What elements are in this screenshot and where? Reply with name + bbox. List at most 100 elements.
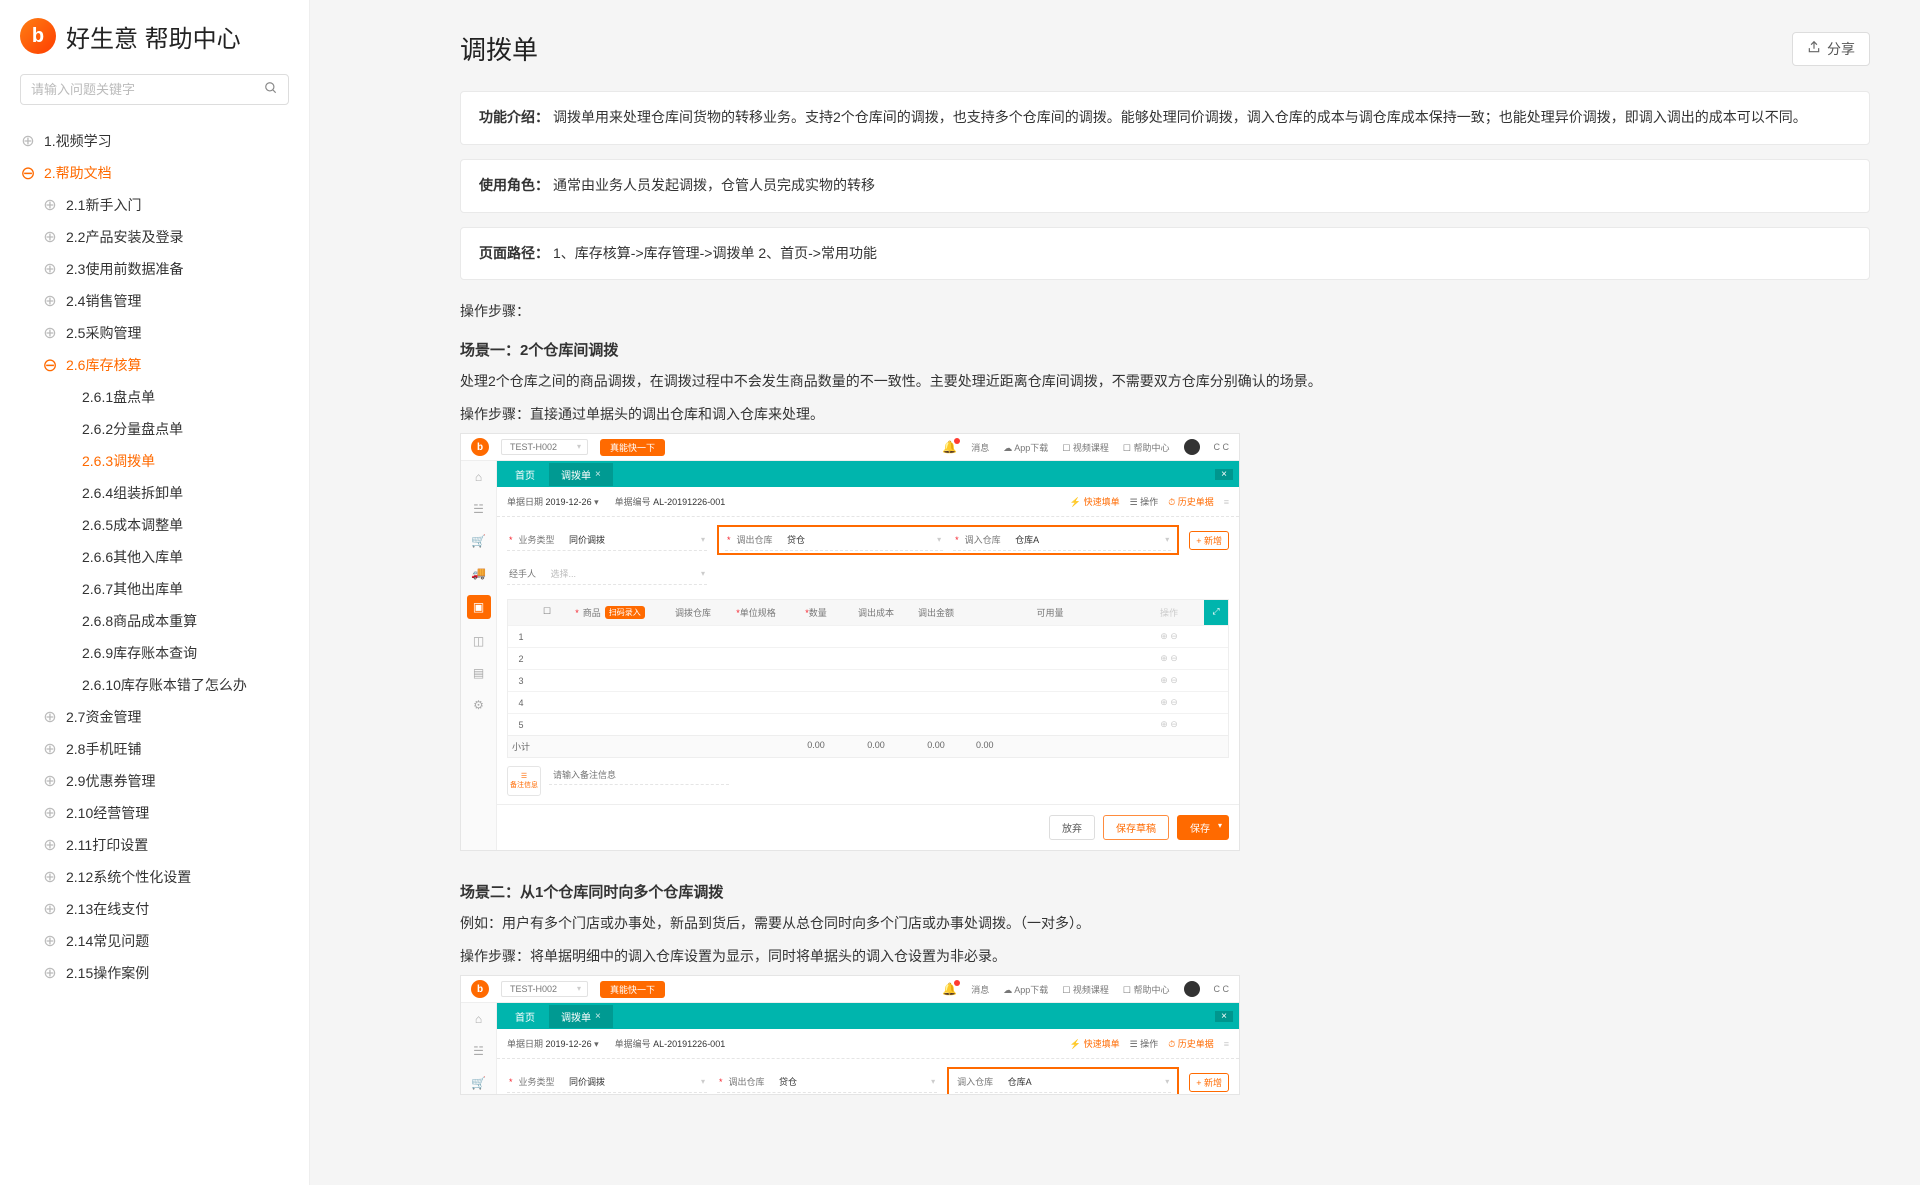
nav-2-6-4[interactable]: 2.6.4组装拆卸单 [20,477,289,509]
nav-2-10[interactable]: ⊕2.10经营管理 [20,797,289,829]
bell-icon[interactable]: 🔔 [942,982,957,996]
tip-button[interactable]: 真能快一下 [600,439,665,456]
ss-leftnav: ⌂ ☱ 🛒 🚚 ▣ ◫ ▤ ⚙ [461,461,497,850]
search-box[interactable] [20,74,289,105]
nav-help-docs[interactable]: ⊖2.帮助文档 [20,157,289,189]
quick-fill-link[interactable]: ⚡ 快速填单 [1070,495,1120,508]
ss-topbar: b TEST-H002 真能快一下 🔔 消息 ☁ App下载 ☐ 视频课程 ☐ … [461,434,1239,461]
nav-2-2[interactable]: ⊕2.2产品安装及登录 [20,221,289,253]
nav-video-learning[interactable]: ⊕1.视频学习 [20,125,289,157]
nav-2-8[interactable]: ⊕2.8手机旺铺 [20,733,289,765]
nav-2-5[interactable]: ⊕2.5采购管理 [20,317,289,349]
close-all-tabs[interactable]: × [1215,469,1233,480]
brand: b 好生意 帮助中心 [20,18,289,54]
brand-title: 好生意 帮助中心 [66,19,241,54]
nav-2-3[interactable]: ⊕2.3使用前数据准备 [20,253,289,285]
save-button[interactable]: 保存 [1177,815,1229,840]
close-icon[interactable]: × [595,469,601,480]
nav-2-9[interactable]: ⊕2.9优惠券管理 [20,765,289,797]
intro-label: 功能介绍： [479,109,549,125]
mini-logo-icon: b [471,438,489,456]
intro-text: 调拨单用来处理仓库间货物的转移业务。支持2个仓库间的调拨，也支持多个仓库间的调拨… [553,109,1807,125]
grid-table: ☐ *商品 扫码录入 调拨仓库 *单位规格 *数量 调出成本 调出金额 可用量 … [507,599,1229,758]
nav-2-7[interactable]: ⊕2.7资金管理 [20,701,289,733]
nav-2-13[interactable]: ⊕2.13在线支付 [20,893,289,925]
nav-tree: ⊕1.视频学习 ⊖2.帮助文档 ⊕2.1新手入门 ⊕2.2产品安装及登录 ⊕2.… [20,125,289,989]
org-select[interactable]: TEST-H002 [501,439,588,455]
tip-button[interactable]: 真能快一下 [600,981,665,998]
scene1-desc: 处理2个仓库之间的商品调拨，在调拨过程中不会发生商品数量的不一致性。主要处理近距… [460,368,1870,395]
nav-2-4[interactable]: ⊕2.4销售管理 [20,285,289,317]
scene1-op: 操作步骤：直接通过单据头的调出仓库和调入仓库来处理。 [460,401,1870,428]
search-input[interactable] [31,82,264,97]
mnav-wallet-icon[interactable]: ◫ [469,631,489,651]
save-draft-button[interactable]: 保存草稿 [1103,815,1169,840]
steps-label: 操作步骤： [460,303,530,319]
mnav-gear-icon[interactable]: ⚙ [469,695,489,715]
scan-button[interactable]: 扫码录入 [605,606,645,619]
remark-icon[interactable]: ☰备注信息 [507,766,541,796]
main-content: 调拨单 分享 功能介绍：调拨单用来处理仓库间货物的转移业务。支持2个仓库间的调拨… [310,0,1920,1185]
add-new-button[interactable]: + 新增 [1189,531,1229,550]
role-label: 使用角色： [479,177,549,193]
mnav-cart-icon[interactable]: 🛒 [469,531,489,551]
ss-tabbar: 首页 调拨单 × × [497,461,1239,487]
remark-input[interactable] [549,766,729,785]
mnav-truck-icon[interactable]: 🚚 [469,563,489,583]
nav-2-6-8[interactable]: 2.6.8商品成本重算 [20,605,289,637]
mnav-chart-icon[interactable]: ▤ [469,663,489,683]
discard-button[interactable]: 放弃 [1049,815,1095,840]
mnav-box-icon[interactable]: ▣ [467,595,491,619]
history-link[interactable]: ⏱ 历史单据 [1168,495,1214,508]
tab-home[interactable]: 首页 [503,463,547,486]
bell-icon[interactable]: 🔔 [942,440,957,454]
nav-2-6-5[interactable]: 2.6.5成本调整单 [20,509,289,541]
share-label: 分享 [1827,39,1855,59]
nav-2-11[interactable]: ⊕2.11打印设置 [20,829,289,861]
nav-2-6-3[interactable]: 2.6.3调拨单 [20,445,289,477]
in-warehouse-field[interactable]: *调入仓库 仓库A▾ [953,529,1171,551]
ops-link[interactable]: ☰ 操作 [1130,495,1159,508]
nav-2-12[interactable]: ⊕2.12系统个性化设置 [20,861,289,893]
nav-2-6-7[interactable]: 2.6.7其他出库单 [20,573,289,605]
scene2-op: 操作步骤：将单据明细中的调入仓库设置为显示，同时将单据头的调入仓设置为非必录。 [460,943,1870,970]
remark-row: ☰备注信息 [507,766,1229,796]
role-card: 使用角色：通常由业务人员发起调拨，仓管人员完成实物的转移 [460,159,1870,213]
top-help[interactable]: 帮助中心 [1133,443,1169,453]
handler-field[interactable]: 经手人 选择...▾ [507,563,707,585]
org-select[interactable]: TEST-H002 [501,981,588,997]
page-title: 调拨单 [460,30,538,67]
nav-2-14[interactable]: ⊕2.14常见问题 [20,925,289,957]
nav-2-6-1[interactable]: 2.6.1盘点单 [20,381,289,413]
nav-2-1[interactable]: ⊕2.1新手入门 [20,189,289,221]
intro-card: 功能介绍：调拨单用来处理仓库间货物的转移业务。支持2个仓库间的调拨，也支持多个仓… [460,91,1870,145]
top-app[interactable]: App下载 [1014,443,1048,453]
search-icon[interactable] [264,81,278,98]
out-warehouse-field[interactable]: *调出仓库 贷仓▾ [725,529,943,551]
nav-2-6-2[interactable]: 2.6.2分量盘点单 [20,413,289,445]
share-button[interactable]: 分享 [1792,32,1870,66]
nav-2-15[interactable]: ⊕2.15操作案例 [20,957,289,989]
top-msg[interactable]: 消息 [971,441,989,454]
nav-2-6[interactable]: ⊖2.6库存核算 [20,349,289,381]
screenshot-1: b TEST-H002 真能快一下 🔔 消息 ☁ App下载 ☐ 视频课程 ☐ … [460,433,1240,851]
avatar-icon[interactable] [1184,981,1200,997]
scene1-title: 场景一：2个仓库间调拨 [460,339,1870,360]
mnav-doc-icon[interactable]: ☱ [469,499,489,519]
mnav-home-icon[interactable]: ⌂ [469,467,489,487]
minus-icon: ⊖ [20,165,36,181]
tab-allocation[interactable]: 调拨单 × [549,463,613,486]
path-text: 1、库存核算->库存管理->调拨单 2、首页->常用功能 [553,245,877,261]
path-label: 页面路径： [479,245,549,261]
mini-logo-icon: b [471,980,489,998]
nav-2-6-6[interactable]: 2.6.6其他入库单 [20,541,289,573]
nav-2-6-9[interactable]: 2.6.9库存账本查询 [20,637,289,669]
top-course[interactable]: 视频课程 [1073,443,1109,453]
avatar-icon[interactable] [1184,439,1200,455]
path-card: 页面路径：1、库存核算->库存管理->调拨单 2、首页->常用功能 [460,227,1870,281]
biz-type-field[interactable]: *业务类型 同价调拨▾ [507,529,707,551]
scene2-eg: 例如：用户有多个门店或办事处，新品到货后，需要从总仓同时向多个门店或办事处调拨。… [460,910,1870,937]
expand-icon[interactable]: ⤢ [1204,600,1228,625]
nav-2-6-10[interactable]: 2.6.10库存账本错了怎么办 [20,669,289,701]
screenshot-2: b TEST-H002 真能快一下 🔔 消息 ☁ App下载 ☐ 视频课程 ☐ … [460,975,1240,1095]
